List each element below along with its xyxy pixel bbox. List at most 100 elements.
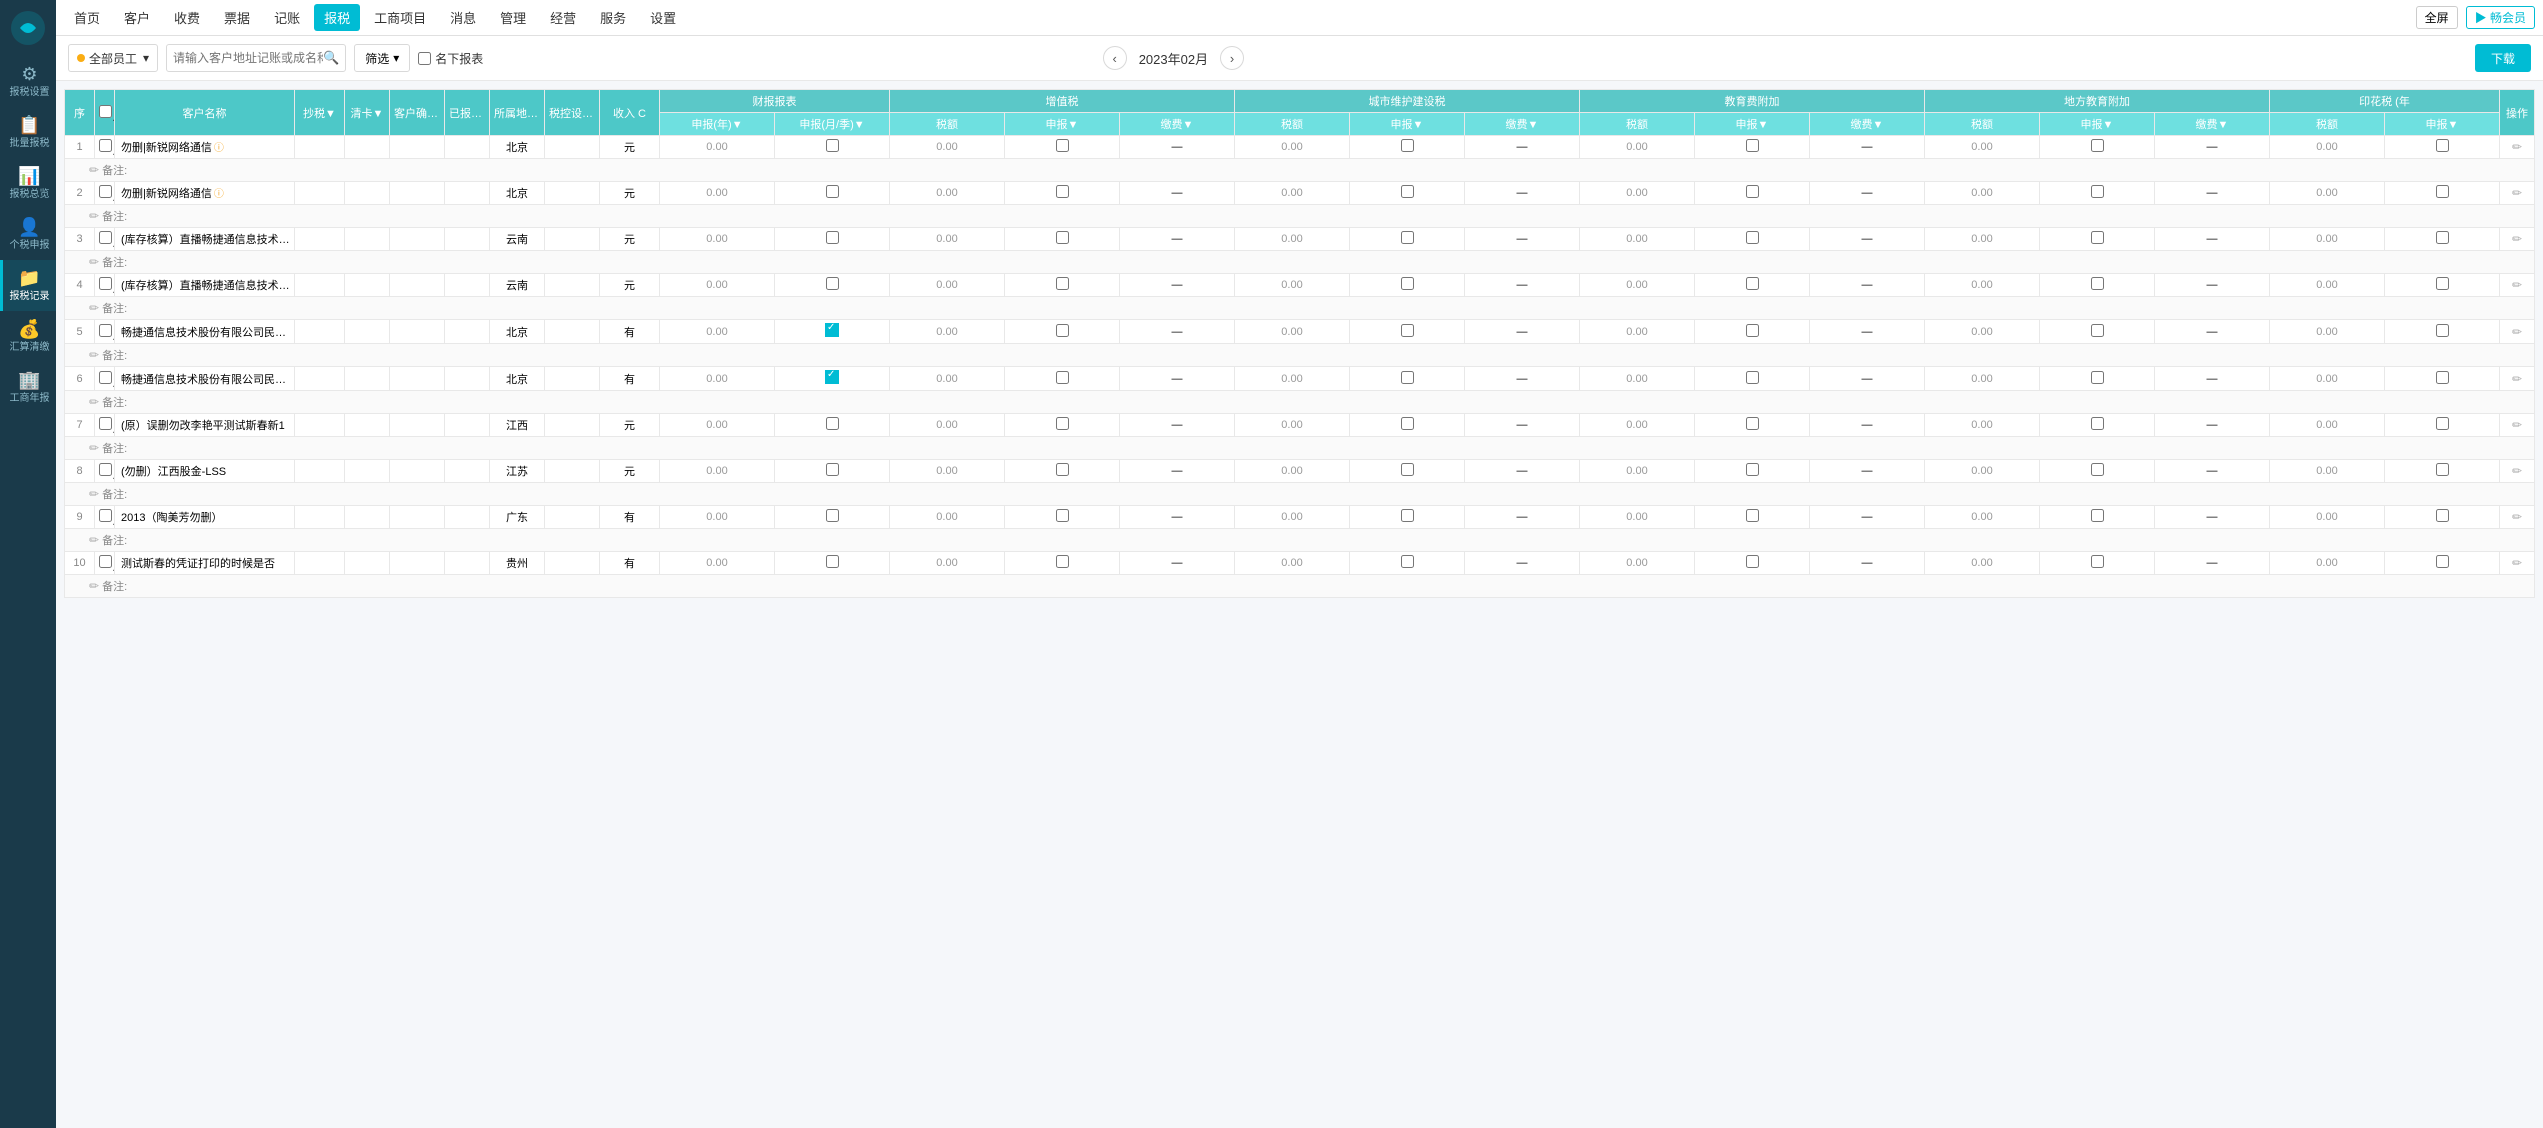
- row-ops-edit[interactable]: ✏: [2500, 460, 2535, 483]
- nav-shoufei[interactable]: 收费: [164, 4, 210, 31]
- row-checkbox[interactable]: [2091, 139, 2104, 152]
- row-caiwu-yue[interactable]: [775, 460, 890, 483]
- row-checkbox[interactable]: [2091, 371, 2104, 384]
- row-checkbox[interactable]: [2436, 324, 2449, 337]
- row-caiwu-yue[interactable]: [775, 552, 890, 575]
- row-select-cell[interactable]: [95, 506, 115, 529]
- row-checkbox[interactable]: [99, 324, 112, 337]
- row-checkbox[interactable]: [2091, 463, 2104, 476]
- row-checkbox[interactable]: [1401, 509, 1414, 522]
- row-checkbox[interactable]: [2091, 417, 2104, 430]
- nav-jizhang[interactable]: 记账: [264, 4, 310, 31]
- row-df-sb[interactable]: [2040, 552, 2155, 575]
- row-checkbox[interactable]: [1401, 371, 1414, 384]
- row-checkbox[interactable]: [1746, 324, 1759, 337]
- row-checkbox[interactable]: [1746, 463, 1759, 476]
- row-df-sb[interactable]: [2040, 414, 2155, 437]
- nav-baoshui[interactable]: 报税: [314, 4, 360, 31]
- nav-home[interactable]: 首页: [64, 4, 110, 31]
- row-df-sb[interactable]: [2040, 460, 2155, 483]
- row-cs-sb[interactable]: [1350, 136, 1465, 159]
- nav-xiaoxi[interactable]: 消息: [440, 4, 486, 31]
- row-checkbox[interactable]: [1401, 231, 1414, 244]
- row-cs-sb[interactable]: [1350, 274, 1465, 297]
- sidebar-item-gongshang-nianbao[interactable]: 🏢 工商年报: [0, 362, 56, 413]
- row-checkbox[interactable]: [99, 277, 112, 290]
- row-checkbox[interactable]: [1056, 509, 1069, 522]
- row-df-sb[interactable]: [2040, 228, 2155, 251]
- row-df-sb[interactable]: [2040, 506, 2155, 529]
- row-checkbox[interactable]: [99, 555, 112, 568]
- row-checkbox[interactable]: [2436, 555, 2449, 568]
- row-caiwu-yue[interactable]: [775, 367, 890, 391]
- row-checkbox[interactable]: [2436, 139, 2449, 152]
- row-checkbox[interactable]: [1746, 555, 1759, 568]
- row-checkbox[interactable]: [2091, 324, 2104, 337]
- row-checkbox[interactable]: [2436, 231, 2449, 244]
- sidebar-item-huisuan[interactable]: 💰 汇算清缴: [0, 311, 56, 362]
- row-checkbox[interactable]: [99, 371, 112, 384]
- row-cs-sb[interactable]: [1350, 460, 1465, 483]
- row-ops-edit[interactable]: ✏: [2500, 414, 2535, 437]
- row-checkbox[interactable]: [99, 417, 112, 430]
- row-checkbox[interactable]: [2436, 417, 2449, 430]
- row-df-sb[interactable]: [2040, 320, 2155, 344]
- fullscreen-button[interactable]: 全屏: [2416, 6, 2458, 29]
- row-jy-sb[interactable]: [1695, 506, 1810, 529]
- row-jy-sb[interactable]: [1695, 414, 1810, 437]
- row-checkbox[interactable]: [99, 509, 112, 522]
- row-checkbox[interactable]: [2436, 371, 2449, 384]
- row-df-sb[interactable]: [2040, 367, 2155, 391]
- row-ops-edit[interactable]: ✏: [2500, 182, 2535, 205]
- row-yh-sb[interactable]: [2385, 460, 2500, 483]
- prev-month-button[interactable]: ‹: [1103, 46, 1127, 70]
- row-ops-edit[interactable]: ✏: [2500, 367, 2535, 391]
- sidebar-item-geshui-shenbao[interactable]: 👤 个税申报: [0, 209, 56, 260]
- row-jy-sb[interactable]: [1695, 320, 1810, 344]
- search-input[interactable]: [173, 51, 323, 65]
- row-yh-sb[interactable]: [2385, 552, 2500, 575]
- row-checkbox[interactable]: [1056, 324, 1069, 337]
- row-yh-sb[interactable]: [2385, 506, 2500, 529]
- row-checkbox[interactable]: [99, 139, 112, 152]
- select-all-checkbox[interactable]: [99, 105, 112, 118]
- nav-piaoju[interactable]: 票据: [214, 4, 260, 31]
- nav-jingying[interactable]: 经营: [540, 4, 586, 31]
- row-ops-edit[interactable]: ✏: [2500, 228, 2535, 251]
- row-select-cell[interactable]: [95, 136, 115, 159]
- search-icon[interactable]: 🔍: [323, 50, 339, 66]
- row-checkbox[interactable]: [826, 417, 839, 430]
- nav-guanli[interactable]: 管理: [490, 4, 536, 31]
- row-zz-sb[interactable]: [1005, 182, 1120, 205]
- row-checkbox[interactable]: [2091, 555, 2104, 568]
- row-checkbox[interactable]: [1746, 417, 1759, 430]
- row-cs-sb[interactable]: [1350, 320, 1465, 344]
- row-checkbox[interactable]: [826, 185, 839, 198]
- row-caiwu-yue[interactable]: [775, 274, 890, 297]
- member-button[interactable]: ▶ 畅会员: [2466, 6, 2535, 29]
- row-cs-sb[interactable]: [1350, 228, 1465, 251]
- row-zz-sb[interactable]: [1005, 367, 1120, 391]
- row-df-sb[interactable]: [2040, 274, 2155, 297]
- row-df-sb[interactable]: [2040, 182, 2155, 205]
- row-checkbox[interactable]: [1746, 231, 1759, 244]
- sidebar-item-piliang-baoshui[interactable]: 📋 批量报税: [0, 107, 56, 158]
- row-jy-sb[interactable]: [1695, 367, 1810, 391]
- row-checkbox[interactable]: [1056, 555, 1069, 568]
- row-checkbox[interactable]: [1401, 277, 1414, 290]
- row-jy-sb[interactable]: [1695, 552, 1810, 575]
- sidebar-item-baoshui-zonglang[interactable]: 📊 报税总览: [0, 158, 56, 209]
- row-checkbox[interactable]: [1056, 371, 1069, 384]
- sidebar-item-baoshui-shezhi[interactable]: ⚙ 报税设置: [0, 56, 56, 107]
- row-checkbox[interactable]: [1746, 509, 1759, 522]
- row-checkbox[interactable]: [2436, 277, 2449, 290]
- row-ops-edit[interactable]: ✏: [2500, 274, 2535, 297]
- row-ops-edit[interactable]: ✏: [2500, 136, 2535, 159]
- row-checkbox[interactable]: [2091, 277, 2104, 290]
- row-zz-sb[interactable]: [1005, 506, 1120, 529]
- row-checkbox[interactable]: [1056, 231, 1069, 244]
- row-select-cell[interactable]: [95, 320, 115, 344]
- row-checkbox[interactable]: [826, 509, 839, 522]
- row-zz-sb[interactable]: [1005, 136, 1120, 159]
- row-checkbox[interactable]: [1056, 463, 1069, 476]
